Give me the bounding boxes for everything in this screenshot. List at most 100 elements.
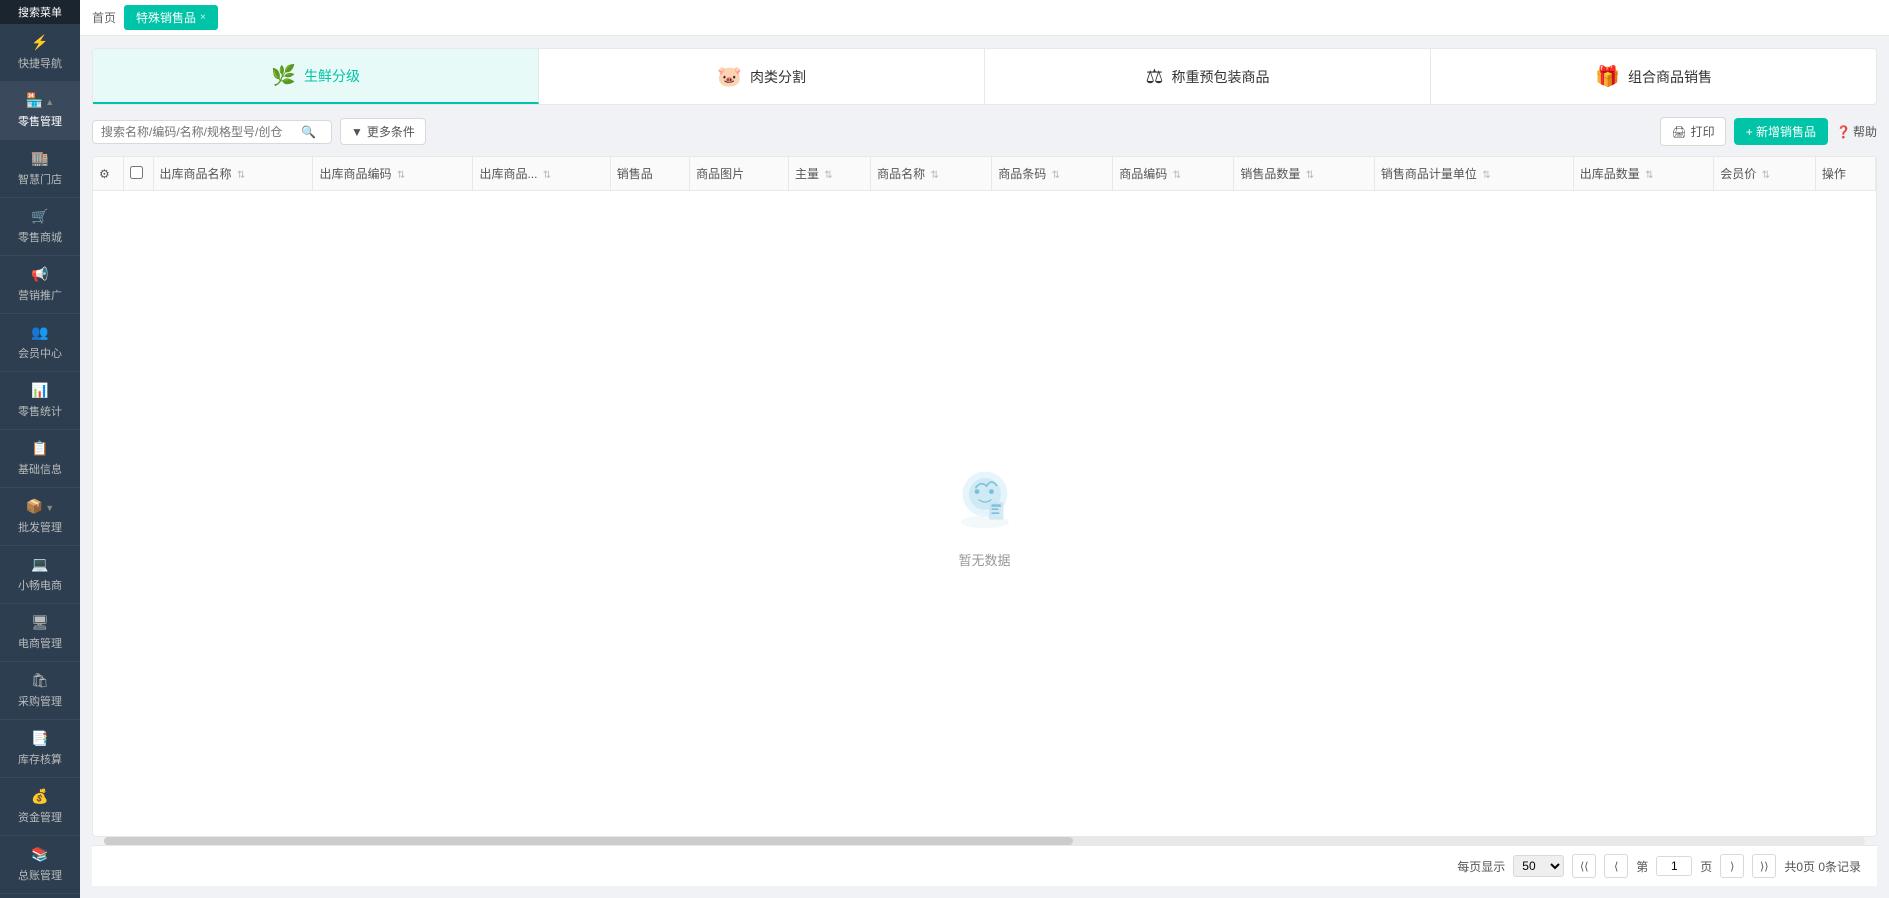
sidebar-item-label: 智慧门店 <box>18 171 62 187</box>
main-content: 首页 特殊销售品 × 🌿 生鲜分级 🐷 肉类分割 ⚖ 称重预包装商品 🎁 组合商… <box>80 0 1889 898</box>
new-label: + 新增销售品 <box>1746 123 1816 140</box>
sidebar-item-ledger[interactable]: 📚 总账管理 <box>0 836 80 894</box>
th-product-code[interactable]: 商品编码 ⇅ <box>1113 157 1234 191</box>
th-main-qty[interactable]: 主量 ⇅ <box>788 157 870 191</box>
th-main-qty-label: 主量 <box>795 167 819 181</box>
sidebar-item-members[interactable]: 👥 会员中心 <box>0 314 80 372</box>
page-input[interactable] <box>1656 856 1692 876</box>
filter-button[interactable]: ▼ 更多条件 <box>340 118 426 145</box>
sidebar-item-mall[interactable]: 🛒 零售商城 <box>0 198 80 256</box>
th-sales-unit-label: 销售商品计量单位 <box>1381 167 1477 181</box>
stats-icon: 📊 <box>31 382 48 399</box>
topbar-tab-special-sales[interactable]: 特殊销售品 × <box>124 5 218 30</box>
sidebar-item-label: 会员中心 <box>18 345 62 361</box>
search-input[interactable] <box>101 125 301 139</box>
sidebar-item-ecommerce-small[interactable]: 💻 小畅电商 <box>0 546 80 604</box>
weigh-prepack-icon: ⚖ <box>1146 64 1164 89</box>
sidebar-item-ecommerce[interactable]: 🖥 电商管理 <box>0 604 80 662</box>
sidebar-item-label: 快捷导航 <box>18 55 62 71</box>
th-settings[interactable]: ⚙ <box>93 157 123 191</box>
sidebar-item-wholesale[interactable]: 📦 ▼ 批发管理 <box>0 488 80 546</box>
th-sales-qty[interactable]: 销售品数量 ⇅ <box>1234 157 1375 191</box>
topbar-tab-close[interactable]: × <box>200 12 206 23</box>
prev-page-button[interactable]: ⟨ <box>1604 854 1628 878</box>
tab-fresh-grading[interactable]: 🌿 生鲜分级 <box>93 49 539 104</box>
th-product-name-label: 商品名称 <box>877 167 925 181</box>
th-barcode-label: 商品条码 <box>998 167 1046 181</box>
th-outbound-name[interactable]: 出库商品名称 ⇅ <box>153 157 313 191</box>
table-container: ⚙ 出库商品名称 ⇅ 出库商品编码 ⇅ 出库商品... ⇅ <box>92 156 1877 837</box>
th-sales-item-label: 销售品 <box>617 167 653 181</box>
tab-combo-sales[interactable]: 🎁 组合商品销售 <box>1431 49 1876 104</box>
th-member-price[interactable]: 会员价 ⇅ <box>1714 157 1816 191</box>
sort-icon: ⇅ <box>1052 170 1060 181</box>
sidebar-logo[interactable]: 搜索菜单 <box>0 0 80 24</box>
basic-info-icon: 📋 <box>31 440 48 457</box>
tab-meat-cutting[interactable]: 🐷 肉类分割 <box>539 49 985 104</box>
sort-icon: ⇅ <box>1306 170 1314 181</box>
content-area: 🌿 生鲜分级 🐷 肉类分割 ⚖ 称重预包装商品 🎁 组合商品销售 🔍 <box>80 36 1889 898</box>
page-size-select[interactable]: 50 10 20 100 <box>1513 855 1564 877</box>
print-icon: 🖨 <box>1671 125 1686 139</box>
sort-icon: ⇅ <box>1762 170 1770 181</box>
wholesale-icon: 📦 <box>26 498 43 515</box>
th-action: 操作 <box>1815 157 1875 191</box>
sidebar-item-quick-nav[interactable]: ⚡ 快捷导航 <box>0 24 80 82</box>
tab-fresh-grading-label: 生鲜分级 <box>304 66 360 86</box>
select-all-checkbox[interactable] <box>130 166 143 179</box>
sidebar-item-smart-store[interactable]: 🏬 智慧门店 <box>0 140 80 198</box>
th-barcode[interactable]: 商品条码 ⇅ <box>992 157 1113 191</box>
th-outbound-item[interactable]: 出库商品... ⇅ <box>473 157 610 191</box>
print-button[interactable]: 🖨 打印 <box>1660 117 1725 146</box>
th-outbound-item-label: 出库商品... <box>479 167 537 181</box>
toolbar: 🔍 ▼ 更多条件 🖨 打印 + 新增销售品 ❓ 帮助 <box>92 117 1877 146</box>
print-label: 打印 <box>1691 123 1715 140</box>
th-outbound-code-label: 出库商品编码 <box>319 167 391 181</box>
fresh-grading-icon: 🌿 <box>271 63 296 88</box>
last-page-button[interactable]: ⟩⟩ <box>1752 854 1776 878</box>
sort-icon: ⇅ <box>543 170 551 181</box>
sidebar-item-retail[interactable]: 🏪 ▲ 零售管理 <box>0 82 80 140</box>
sidebar-item-purchase[interactable]: 🛍 采购管理 <box>0 662 80 720</box>
th-member-price-label: 会员价 <box>1720 167 1756 181</box>
scrollbar-thumb[interactable] <box>104 837 1073 845</box>
topbar-home[interactable]: 首页 <box>92 9 116 26</box>
th-outbound-code[interactable]: 出库商品编码 ⇅ <box>313 157 473 191</box>
empty-text: 暂无数据 <box>958 550 1010 569</box>
filter-icon: ▼ <box>351 125 363 139</box>
first-page-button[interactable]: ⟨⟨ <box>1572 854 1596 878</box>
total-text: 共0页 0条记录 <box>1784 858 1861 875</box>
help-button[interactable]: ❓ 帮助 <box>1836 123 1877 140</box>
horizontal-scrollbar[interactable] <box>104 837 1865 845</box>
th-product-name[interactable]: 商品名称 ⇅ <box>871 157 992 191</box>
th-outbound-qty[interactable]: 出库品数量 ⇅ <box>1573 157 1714 191</box>
sidebar-item-retail-stats[interactable]: 📊 零售统计 <box>0 372 80 430</box>
mall-icon: 🛒 <box>31 208 48 225</box>
th-sales-unit[interactable]: 销售商品计量单位 ⇅ <box>1374 157 1573 191</box>
sidebar-item-label: 小畅电商 <box>18 577 62 593</box>
next-page-button[interactable]: ⟩ <box>1720 854 1744 878</box>
page-label-before: 第 <box>1636 858 1648 875</box>
sidebar-item-marketing[interactable]: 📢 营销推广 <box>0 256 80 314</box>
type-tabs: 🌿 生鲜分级 🐷 肉类分割 ⚖ 称重预包装商品 🎁 组合商品销售 <box>92 48 1877 105</box>
th-product-image: 商品图片 <box>690 157 789 191</box>
tab-meat-cutting-label: 肉类分割 <box>750 67 806 87</box>
th-checkbox[interactable] <box>123 157 153 191</box>
th-action-label: 操作 <box>1822 167 1846 181</box>
search-box[interactable]: 🔍 <box>92 120 332 144</box>
new-button[interactable]: + 新增销售品 <box>1734 118 1828 145</box>
combo-sales-icon: 🎁 <box>1595 64 1620 89</box>
smart-store-icon: 🏬 <box>31 150 48 167</box>
meat-cutting-icon: 🐷 <box>717 64 742 89</box>
search-icon[interactable]: 🔍 <box>301 125 316 139</box>
sidebar-item-invoice[interactable]: 🧾 发票管理 <box>0 894 80 898</box>
tab-weigh-prepack[interactable]: ⚖ 称重预包装商品 <box>985 49 1431 104</box>
sidebar-item-finance[interactable]: 💰 资金管理 <box>0 778 80 836</box>
marketing-icon: 📢 <box>31 266 48 283</box>
sort-icon: ⇅ <box>1645 170 1653 181</box>
toolbar-right: 🖨 打印 + 新增销售品 ❓ 帮助 <box>1660 117 1877 146</box>
sort-icon: ⇅ <box>1482 170 1490 181</box>
sidebar-item-basic-info[interactable]: 📋 基础信息 <box>0 430 80 488</box>
data-table: ⚙ 出库商品名称 ⇅ 出库商品编码 ⇅ 出库商品... ⇅ <box>93 157 1876 191</box>
sidebar-item-inventory[interactable]: 📑 库存核算 <box>0 720 80 778</box>
